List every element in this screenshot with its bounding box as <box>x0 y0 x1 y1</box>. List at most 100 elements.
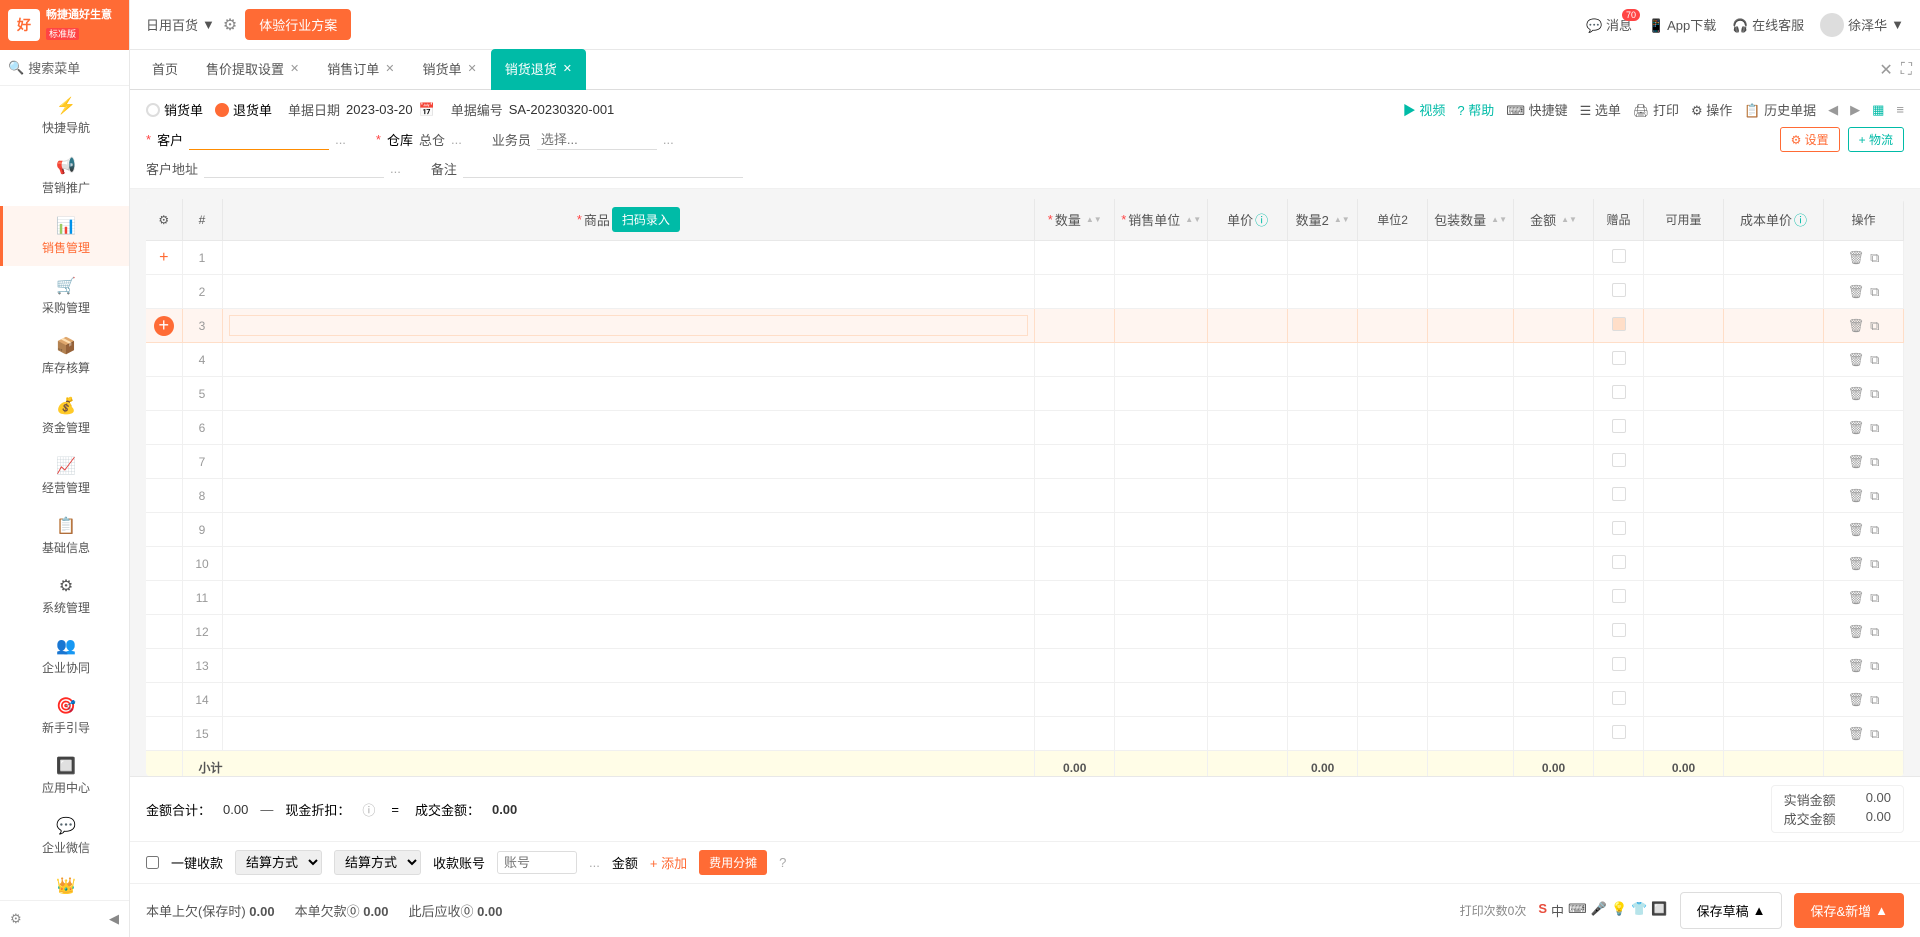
td-pkg-qty[interactable] <box>1428 275 1514 309</box>
tab-sales-order[interactable]: 销售订单 ✕ <box>313 49 408 90</box>
tool4-icon[interactable]: 💡 <box>1611 901 1627 920</box>
delete-icon[interactable]: 🗑 <box>1848 624 1865 640</box>
sidebar-item-member[interactable]: 👑 畅会员 <box>0 866 129 900</box>
delete-icon[interactable]: 🗑 <box>1848 556 1865 572</box>
industry-select[interactable]: 日用百货 ▼ <box>146 15 215 34</box>
td-unit[interactable] <box>1115 275 1208 309</box>
select-btn[interactable]: ☰ 选单 <box>1580 100 1621 119</box>
gift-checkbox[interactable] <box>1612 351 1626 365</box>
print-btn[interactable]: 🖨 打印 <box>1633 100 1679 119</box>
next-record-icon[interactable]: ▶ <box>1850 102 1860 118</box>
td-product[interactable] <box>222 275 1035 309</box>
gift-checkbox[interactable] <box>1612 487 1626 501</box>
copy-icon[interactable]: ⧉ <box>1870 590 1879 606</box>
save-draft-btn[interactable]: 保存草稿 ▲ <box>1680 892 1783 929</box>
delete-icon[interactable]: 🗑 <box>1848 250 1865 266</box>
td-pkg-qty[interactable] <box>1428 241 1514 275</box>
message-btn[interactable]: 💬 消息 70 <box>1586 15 1632 34</box>
tool6-icon[interactable]: 🔲 <box>1651 901 1667 920</box>
tab-close-icon[interactable]: ✕ <box>290 62 299 75</box>
gift-checkbox[interactable] <box>1612 283 1626 297</box>
delete-icon[interactable]: 🗑 <box>1848 726 1865 742</box>
td-qty2[interactable] <box>1288 309 1358 343</box>
staff-input[interactable] <box>537 130 657 150</box>
td-qty[interactable] <box>1035 241 1115 275</box>
search-menu[interactable]: 🔍 搜索菜单 <box>0 50 129 86</box>
td-unit[interactable] <box>1115 241 1208 275</box>
td-gift[interactable] <box>1594 241 1644 275</box>
copy-icon[interactable]: ⧉ <box>1870 386 1879 402</box>
add-btn[interactable]: + 添加 <box>650 853 687 872</box>
td-price[interactable] <box>1208 275 1288 309</box>
grid-view-icon[interactable]: ▦ <box>1872 102 1884 118</box>
sidebar-item-purchase[interactable]: 🛒 采购管理 <box>0 266 129 326</box>
copy-icon[interactable]: ⧉ <box>1870 692 1879 708</box>
tool2-icon[interactable]: ⌨ <box>1568 901 1587 920</box>
copy-icon[interactable]: ⧉ <box>1870 454 1879 470</box>
customer-more-icon[interactable]: ... <box>335 132 346 147</box>
warehouse-more-icon[interactable]: ... <box>451 132 462 147</box>
delete-icon[interactable]: 🗑 <box>1848 454 1865 470</box>
tab-price-settings[interactable]: 售价提取设置 ✕ <box>192 49 313 90</box>
sidebar-item-quick-nav[interactable]: ⚡ 快捷导航 <box>0 86 129 146</box>
tool5-icon[interactable]: 👕 <box>1631 901 1647 920</box>
td-product-active[interactable] <box>222 309 1035 343</box>
td-cost-price[interactable] <box>1724 241 1824 275</box>
td-product[interactable] <box>222 241 1035 275</box>
copy-icon[interactable]: ⧉ <box>1870 318 1879 334</box>
td-available[interactable] <box>1644 309 1724 343</box>
tool3-icon[interactable]: 🎤 <box>1591 901 1607 920</box>
delete-icon[interactable]: 🗑 <box>1848 522 1865 538</box>
td-available[interactable] <box>1644 241 1724 275</box>
calendar-icon[interactable]: 📅 <box>419 102 435 118</box>
copy-icon[interactable]: ⧉ <box>1870 522 1879 538</box>
experience-btn[interactable]: 体验行业方案 <box>245 9 351 40</box>
gift-checkbox[interactable] <box>1612 317 1626 331</box>
sidebar-item-appstore[interactable]: 🔲 应用中心 <box>0 746 129 806</box>
app-download-btn[interactable]: 📱 App下载 <box>1648 15 1716 34</box>
gift-checkbox[interactable] <box>1612 623 1626 637</box>
td-amount[interactable] <box>1514 309 1594 343</box>
settings-bottom-icon[interactable]: ⚙ <box>10 911 22 927</box>
logistics-btn[interactable]: + 物流 <box>1848 127 1904 152</box>
td-gift[interactable] <box>1594 309 1644 343</box>
fee-help-icon[interactable]: ? <box>779 855 786 870</box>
operation-btn[interactable]: ⚙ 操作 <box>1691 100 1732 119</box>
td-unit2[interactable] <box>1358 275 1428 309</box>
address-more-icon[interactable]: ... <box>390 161 401 176</box>
settlement-select[interactable]: 结算方式 <box>235 850 322 875</box>
gift-checkbox[interactable] <box>1612 453 1626 467</box>
video-btn[interactable]: ▶ 视频 <box>1403 100 1446 119</box>
copy-icon[interactable]: ⧉ <box>1870 420 1879 436</box>
td-unit2[interactable] <box>1358 309 1428 343</box>
radio-sale[interactable]: 销货单 <box>146 100 203 119</box>
gift-checkbox[interactable] <box>1612 691 1626 705</box>
td-qty2[interactable] <box>1288 275 1358 309</box>
delete-icon[interactable]: 🗑 <box>1848 318 1865 334</box>
tab-home[interactable]: 首页 <box>138 49 192 90</box>
sidebar-item-operation[interactable]: 📈 经营管理 <box>0 446 129 506</box>
copy-icon[interactable]: ⧉ <box>1870 284 1879 300</box>
sidebar-item-basic-info[interactable]: 📋 基础信息 <box>0 506 129 566</box>
address-input[interactable] <box>204 158 384 178</box>
product-input-active[interactable] <box>229 315 1029 336</box>
sidebar-item-system[interactable]: ⚙ 系统管理 <box>0 566 129 626</box>
td-unit[interactable] <box>1115 309 1208 343</box>
td-add[interactable]: + <box>146 309 182 343</box>
td-price[interactable] <box>1208 309 1288 343</box>
sidebar-item-enterprise[interactable]: 👥 企业协同 <box>0 626 129 686</box>
one-click-checkbox[interactable] <box>146 856 159 869</box>
td-pkg-qty[interactable] <box>1428 309 1514 343</box>
delete-icon[interactable]: 🗑 <box>1848 692 1865 708</box>
gift-checkbox[interactable] <box>1612 521 1626 535</box>
fee-split-btn[interactable]: 费用分摊 <box>699 850 767 875</box>
tab-sales[interactable]: 销货单 ✕ <box>408 49 490 90</box>
prev-record-icon[interactable]: ◀ <box>1828 102 1838 118</box>
tab-sales-return[interactable]: 销货退货 ✕ <box>491 49 586 90</box>
tool1-icon[interactable]: 中 <box>1551 901 1564 920</box>
history-btn[interactable]: 📋 历史单据 <box>1744 100 1816 119</box>
td-gift[interactable] <box>1594 275 1644 309</box>
td-amount[interactable] <box>1514 241 1594 275</box>
td-amount[interactable] <box>1514 275 1594 309</box>
sidebar-item-marketing[interactable]: 📢 营销推广 <box>0 146 129 206</box>
